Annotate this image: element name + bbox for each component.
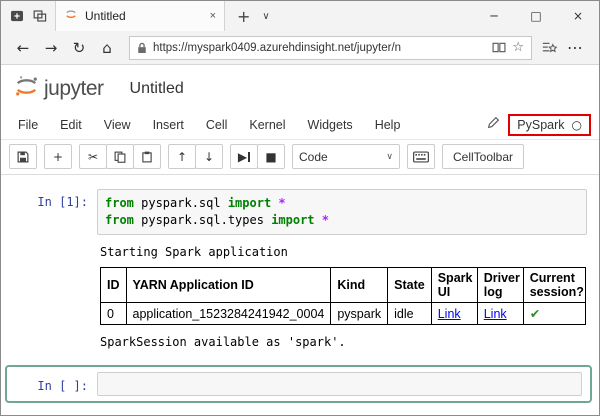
- tab-list-chevron-icon[interactable]: ∨: [262, 11, 269, 22]
- table-header-row: ID YARN Application ID Kind State Spark …: [101, 268, 586, 303]
- interrupt-kernel-button[interactable]: ■: [257, 144, 285, 169]
- tab-title: Untitled: [85, 9, 203, 23]
- jupyter-wordmark[interactable]: jupyter: [44, 77, 104, 101]
- kernel-name: PySpark: [517, 118, 564, 132]
- home-button[interactable]: ⌂: [95, 39, 119, 57]
- cell-type-dropdown[interactable]: Code ∨: [292, 144, 400, 169]
- cut-cell-button[interactable]: ✂: [79, 144, 107, 169]
- code-input-1[interactable]: from pyspark.sql import * from pyspark.s…: [97, 189, 587, 235]
- pencil-icon: [487, 116, 500, 134]
- chevron-down-icon: ∨: [386, 152, 393, 162]
- code-line-1: from pyspark.sql import *: [105, 195, 579, 212]
- browser-tab[interactable]: Untitled ×: [55, 1, 225, 31]
- refresh-button[interactable]: ↻: [67, 39, 91, 57]
- tab-close-icon[interactable]: ×: [210, 10, 216, 22]
- favorites-star-icon[interactable]: ☆: [512, 40, 524, 55]
- cell-kind: pyspark: [331, 303, 388, 325]
- code-input-2-empty[interactable]: [97, 372, 582, 396]
- tab-bar: Untitled × + ∨ ─ □ ×: [1, 1, 599, 31]
- tab-preview-icon[interactable]: [33, 10, 47, 22]
- cell-spark-ui: Link: [431, 303, 477, 325]
- current-session-check-icon: ✔: [523, 303, 585, 325]
- spark-session-text: SparkSession available as 'spark'.: [100, 335, 587, 349]
- menu-insert[interactable]: Insert: [142, 113, 195, 137]
- hub-icon[interactable]: [542, 41, 557, 54]
- copy-cell-button[interactable]: [106, 144, 134, 169]
- notebook-toolbar: + ✂ ↑ ↓ ▶ ■ Code ∨ CellToolbar: [1, 140, 599, 175]
- spark-ui-link[interactable]: Link: [438, 307, 461, 321]
- cell-output: Starting Spark application ID YARN Appli…: [98, 245, 587, 349]
- jupyter-favicon: [64, 7, 78, 26]
- lock-icon: [137, 42, 147, 54]
- paste-cell-button[interactable]: [133, 144, 161, 169]
- forward-button[interactable]: →: [39, 39, 63, 57]
- run-cell-button[interactable]: ▶: [230, 144, 258, 169]
- kernel-indicator-highlight: PySpark ○: [508, 114, 591, 136]
- minimize-button[interactable]: ─: [473, 1, 515, 31]
- spark-session-table: ID YARN Application ID Kind State Spark …: [100, 267, 586, 325]
- kernel-idle-icon: ○: [572, 118, 582, 132]
- move-cell-down-button[interactable]: ↓: [195, 144, 223, 169]
- back-button[interactable]: ←: [11, 39, 35, 57]
- reading-view-icon[interactable]: [492, 42, 506, 53]
- add-cell-button[interactable]: +: [44, 144, 72, 169]
- menu-edit[interactable]: Edit: [49, 113, 93, 137]
- code-cell-2-selected[interactable]: In [ ]:: [5, 365, 592, 403]
- driver-log-link[interactable]: Link: [484, 307, 507, 321]
- header-spark-ui: Spark UI: [431, 268, 477, 303]
- cell-driver-log: Link: [477, 303, 523, 325]
- header-current-session: Current session?: [523, 268, 585, 303]
- menu-bar: File Edit View Insert Cell Kernel Widget…: [1, 111, 599, 140]
- cell-yarn-id: application_1523284241942_0004: [126, 303, 331, 325]
- close-button[interactable]: ×: [557, 1, 599, 31]
- table-row: 0 application_1523284241942_0004 pyspark…: [101, 303, 586, 325]
- save-button[interactable]: [9, 144, 37, 169]
- header-driver-log: Driver log: [477, 268, 523, 303]
- cell-type-value: Code: [299, 150, 386, 164]
- move-cell-up-button[interactable]: ↑: [168, 144, 196, 169]
- input-prompt-2: In [ ]:: [11, 375, 97, 393]
- code-line-2: from pyspark.sql.types import *: [105, 212, 579, 229]
- browser-window: Untitled × + ∨ ─ □ × ← → ↻ ⌂ https://mys…: [0, 0, 600, 416]
- spark-status-text: Starting Spark application: [100, 245, 587, 259]
- command-palette-button[interactable]: [407, 144, 435, 169]
- navigation-bar: ← → ↻ ⌂ https://myspark0409.azurehdinsig…: [1, 31, 599, 65]
- cell-id: 0: [101, 303, 127, 325]
- cell-state: idle: [388, 303, 432, 325]
- jupyter-logo-icon: [13, 73, 40, 105]
- more-options-icon[interactable]: ⋯: [561, 38, 589, 57]
- menu-kernel[interactable]: Kernel: [238, 113, 296, 137]
- tabs-set-aside-icon[interactable]: [10, 10, 24, 22]
- url-text: https://myspark0409.azurehdinsight.net/j…: [153, 42, 486, 54]
- code-cell-1[interactable]: In [1]: from pyspark.sql import * from p…: [1, 189, 599, 235]
- maximize-button[interactable]: □: [515, 1, 557, 31]
- header-yarn-id: YARN Application ID: [126, 268, 331, 303]
- header-id: ID: [101, 268, 127, 303]
- cell-toolbar-button[interactable]: CellToolbar: [442, 144, 524, 169]
- jupyter-header: jupyter Untitled: [1, 65, 599, 111]
- header-state: State: [388, 268, 432, 303]
- menu-help[interactable]: Help: [364, 113, 412, 137]
- notebook-title[interactable]: Untitled: [130, 80, 184, 98]
- notebook-area: In [1]: from pyspark.sql import * from p…: [1, 175, 599, 415]
- menu-view[interactable]: View: [93, 113, 142, 137]
- address-bar[interactable]: https://myspark0409.azurehdinsight.net/j…: [129, 36, 532, 60]
- new-tab-button[interactable]: +: [237, 7, 250, 26]
- header-kind: Kind: [331, 268, 388, 303]
- menu-widgets[interactable]: Widgets: [297, 113, 364, 137]
- input-prompt-1: In [1]:: [1, 189, 97, 209]
- menu-file[interactable]: File: [7, 113, 49, 137]
- menu-cell[interactable]: Cell: [195, 113, 239, 137]
